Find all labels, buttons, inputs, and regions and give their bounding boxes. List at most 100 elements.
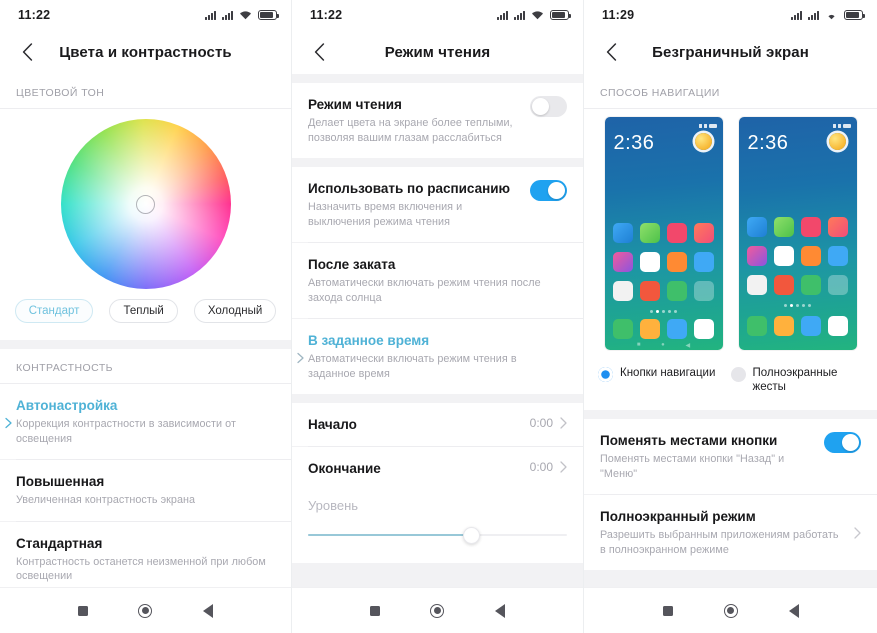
app-icon-shop bbox=[773, 275, 794, 295]
row-use-schedule[interactable]: Использовать по расписанию Назначить вре… bbox=[292, 167, 583, 242]
row-after-sunset[interactable]: После заката Автоматически включать режи… bbox=[292, 243, 583, 318]
screen-fullscreen-display: 11:29 Безграничный экран СПОСОБ НАВИГАЦИ… bbox=[584, 0, 877, 633]
option-title: Автонастройка bbox=[16, 398, 118, 413]
preview-fullscreen-gestures[interactable]: 2:36 bbox=[738, 117, 857, 350]
app-icon-play-store bbox=[639, 252, 660, 272]
preview-dock bbox=[605, 319, 723, 339]
battery-icon bbox=[550, 10, 571, 20]
row-subtitle: Автоматически включать режим чтения в за… bbox=[308, 353, 517, 380]
contrast-option-standard[interactable]: Стандартная Контрастность останется неиз… bbox=[0, 521, 291, 587]
recents-button[interactable] bbox=[72, 600, 94, 622]
row-start-time[interactable]: Начало 0:00 bbox=[292, 403, 583, 446]
status-icons bbox=[791, 10, 865, 20]
title-bar: Режим чтения bbox=[292, 30, 583, 74]
app-icon-phone bbox=[746, 316, 767, 336]
battery-icon bbox=[844, 10, 865, 20]
app-icon-folder bbox=[828, 275, 849, 295]
status-clock: 11:29 bbox=[602, 8, 635, 22]
color-wheel-picker[interactable] bbox=[136, 194, 155, 214]
home-button[interactable] bbox=[426, 600, 448, 622]
selected-indicator-icon bbox=[296, 351, 306, 363]
screen-colors-contrast: 11:22 Цвета и контрастность ЦВЕТОВОЙ ТОН bbox=[0, 0, 292, 633]
weather-sun-icon bbox=[694, 133, 712, 150]
row-title: Использовать по расписанию bbox=[308, 181, 511, 196]
recents-button[interactable] bbox=[364, 600, 386, 622]
chevron-right-icon bbox=[560, 417, 567, 429]
radio-label: Полноэкранные жесты bbox=[752, 367, 838, 393]
app-icon-browser bbox=[801, 316, 822, 336]
toggle-use-schedule[interactable] bbox=[530, 180, 567, 201]
color-wheel-container bbox=[0, 109, 291, 289]
option-title: Повышенная bbox=[16, 474, 105, 489]
back-nav-button[interactable] bbox=[783, 600, 805, 622]
back-button[interactable] bbox=[600, 41, 622, 63]
start-time-value: 0:00 bbox=[529, 416, 553, 430]
chip-cold[interactable]: Холодный bbox=[193, 299, 277, 323]
option-subtitle: Контрастность останется неизменной при л… bbox=[16, 555, 266, 583]
content-area: Режим чтения Делает цвета на экране боле… bbox=[292, 74, 583, 587]
toggle-knob bbox=[532, 98, 549, 115]
circle-icon bbox=[723, 603, 738, 618]
section-header-hue: ЦВЕТОВОЙ ТОН bbox=[0, 74, 291, 108]
toggle-knob bbox=[548, 182, 565, 199]
home-button[interactable] bbox=[720, 600, 742, 622]
preview-nav-buttons[interactable]: 2:36 ■ ● ◀ bbox=[604, 117, 723, 350]
row-swap-buttons[interactable]: Поменять местами кнопки Поменять местами… bbox=[584, 419, 877, 494]
contrast-option-auto[interactable]: Автонастройка Коррекция контрастности в … bbox=[0, 384, 291, 459]
back-button[interactable] bbox=[308, 41, 330, 63]
app-icon-messages bbox=[694, 252, 715, 272]
back-nav-button[interactable] bbox=[197, 600, 219, 622]
signal-icon-2 bbox=[222, 10, 233, 20]
level-slider-block: Уровень bbox=[292, 490, 583, 563]
page-indicator bbox=[613, 310, 715, 313]
app-icon-folder bbox=[694, 281, 715, 301]
radio-nav-buttons[interactable]: Кнопки навигации bbox=[598, 366, 731, 394]
app-icon-themes bbox=[694, 223, 715, 243]
app-icon-play-store bbox=[773, 246, 794, 266]
app-icon-tiktok bbox=[801, 217, 822, 237]
chevron-right-icon bbox=[854, 526, 861, 539]
wifi-icon bbox=[825, 10, 838, 20]
chip-standard[interactable]: Стандарт bbox=[14, 299, 94, 323]
radio-fullscreen-gestures[interactable]: Полноэкранные жесты bbox=[730, 366, 864, 394]
color-wheel[interactable] bbox=[60, 119, 231, 289]
back-button[interactable] bbox=[16, 41, 38, 63]
home-button[interactable] bbox=[134, 600, 156, 622]
section-header-navigation: СПОСОБ НАВИГАЦИИ bbox=[584, 74, 877, 108]
row-title: Начало bbox=[308, 417, 357, 432]
preview-status-icons bbox=[698, 124, 717, 128]
app-row bbox=[746, 275, 849, 295]
navigation-previews: 2:36 ■ ● ◀ 2:36 bbox=[584, 109, 877, 360]
level-slider[interactable] bbox=[308, 527, 567, 544]
app-icon-camera bbox=[828, 316, 849, 336]
row-fullscreen-mode[interactable]: Полноэкранный режим Разрешить выбранным … bbox=[584, 495, 877, 570]
app-icon-settings bbox=[612, 281, 633, 301]
row-end-time[interactable]: Окончание 0:00 bbox=[292, 447, 583, 490]
page-indicator bbox=[747, 304, 849, 307]
toggle-swap-buttons[interactable] bbox=[824, 432, 861, 453]
system-nav-bar bbox=[292, 587, 583, 633]
circle-icon bbox=[138, 603, 153, 618]
title-bar: Безграничный экран bbox=[584, 30, 877, 74]
option-subtitle: Увеличенная контрастность экрана bbox=[16, 494, 196, 506]
title-bar: Цвета и контрастность bbox=[0, 30, 291, 74]
chip-warm[interactable]: Теплый bbox=[109, 299, 178, 323]
row-control bbox=[530, 96, 567, 117]
slider-thumb[interactable] bbox=[462, 527, 480, 544]
contrast-option-increased[interactable]: Повышенная Увеличенная контрастность экр… bbox=[0, 460, 291, 521]
row-control bbox=[530, 180, 567, 201]
screenshot-root: 11:22 Цвета и контрастность ЦВЕТОВОЙ ТОН bbox=[0, 0, 877, 633]
toggle-reading-mode[interactable] bbox=[530, 96, 567, 117]
row-control bbox=[854, 526, 861, 539]
row-title: В заданное время bbox=[308, 333, 430, 348]
app-icon-notes bbox=[801, 246, 822, 266]
back-nav-button[interactable] bbox=[489, 600, 511, 622]
app-row bbox=[612, 281, 715, 301]
app-icon-star bbox=[746, 246, 767, 266]
app-icon-gallery bbox=[639, 223, 660, 243]
recents-button[interactable] bbox=[657, 600, 679, 622]
row-reading-mode[interactable]: Режим чтения Делает цвета на экране боле… bbox=[292, 83, 583, 158]
row-custom-time[interactable]: В заданное время Автоматически включать … bbox=[292, 319, 583, 394]
row-control: 0:00 bbox=[530, 460, 567, 474]
triangle-back-icon bbox=[494, 603, 505, 618]
